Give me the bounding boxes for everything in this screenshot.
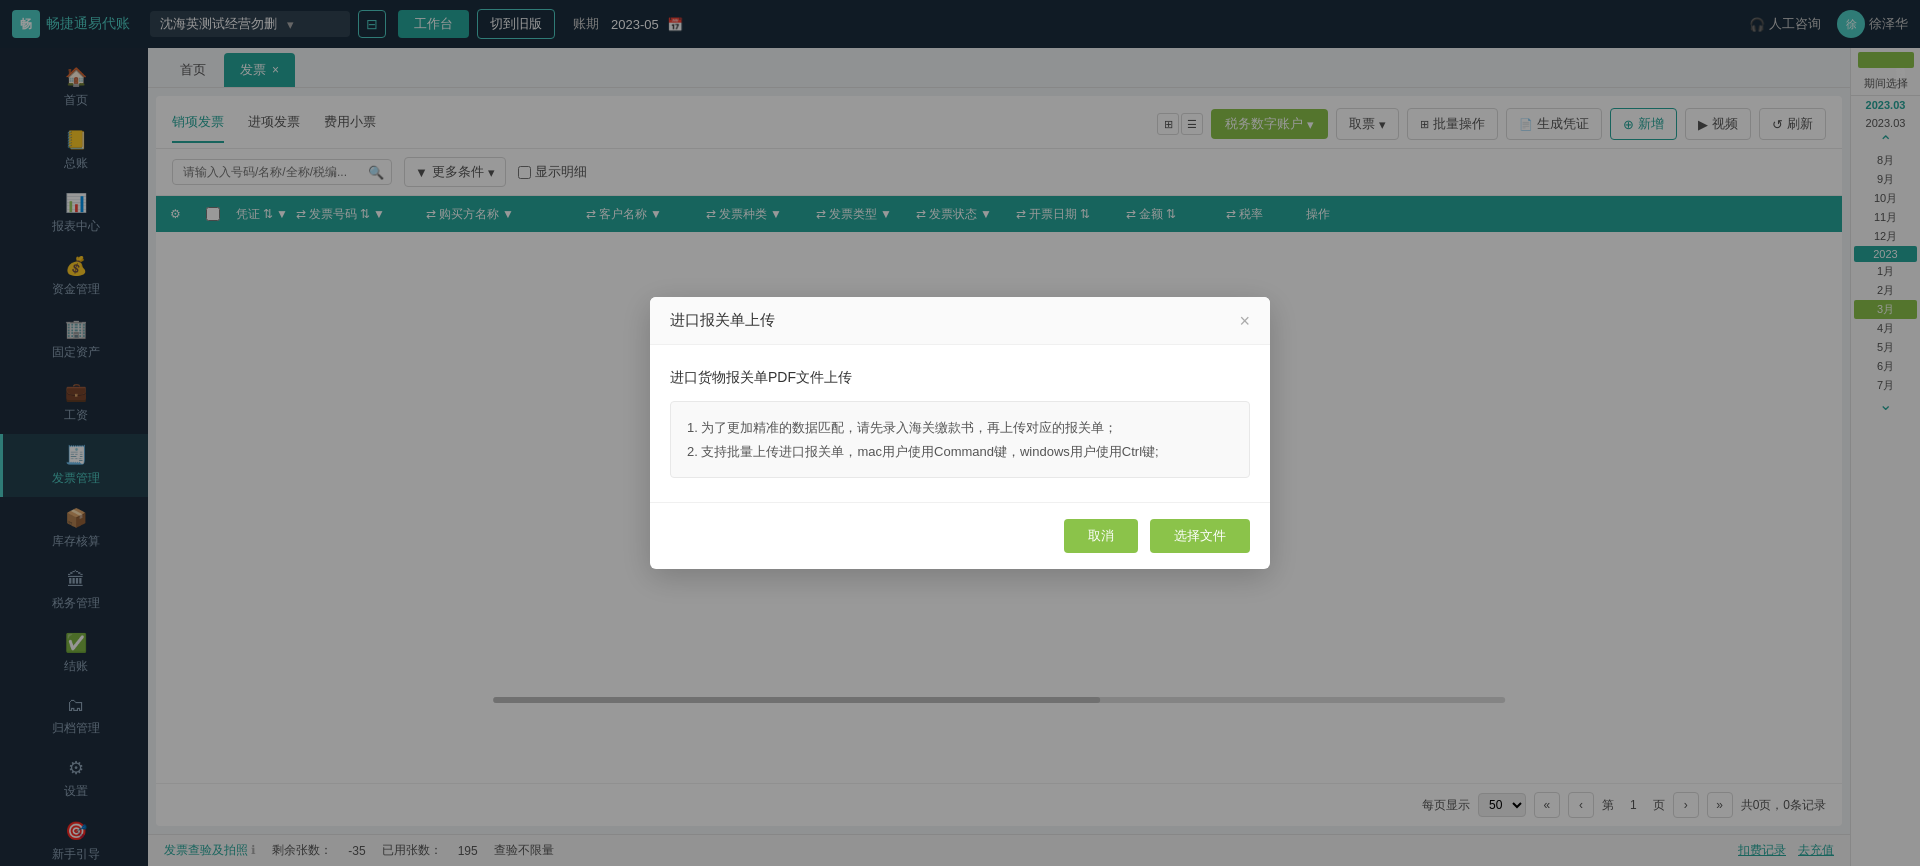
- modal-section-title: 进口货物报关单PDF文件上传: [670, 369, 1250, 387]
- modal-instruction-1: 1. 为了更加精准的数据匹配，请先录入海关缴款书，再上传对应的报关单；: [687, 416, 1233, 439]
- modal-select-file-button[interactable]: 选择文件: [1150, 519, 1250, 553]
- modal-cancel-button[interactable]: 取消: [1064, 519, 1138, 553]
- modal-instruction-2: 2. 支持批量上传进口报关单，mac用户使用Command键，windows用户…: [687, 440, 1233, 463]
- modal-footer: 取消 选择文件: [650, 502, 1270, 569]
- modal-body: 进口货物报关单PDF文件上传 1. 为了更加精准的数据匹配，请先录入海关缴款书，…: [650, 345, 1270, 502]
- modal-title: 进口报关单上传: [670, 311, 775, 330]
- modal-header: 进口报关单上传 ×: [650, 297, 1270, 345]
- modal-info-box: 1. 为了更加精准的数据匹配，请先录入海关缴款书，再上传对应的报关单； 2. 支…: [670, 401, 1250, 478]
- modal-overlay[interactable]: 进口报关单上传 × 进口货物报关单PDF文件上传 1. 为了更加精准的数据匹配，…: [0, 0, 1920, 866]
- modal-close-button[interactable]: ×: [1239, 312, 1250, 330]
- modal-dialog: 进口报关单上传 × 进口货物报关单PDF文件上传 1. 为了更加精准的数据匹配，…: [650, 297, 1270, 569]
